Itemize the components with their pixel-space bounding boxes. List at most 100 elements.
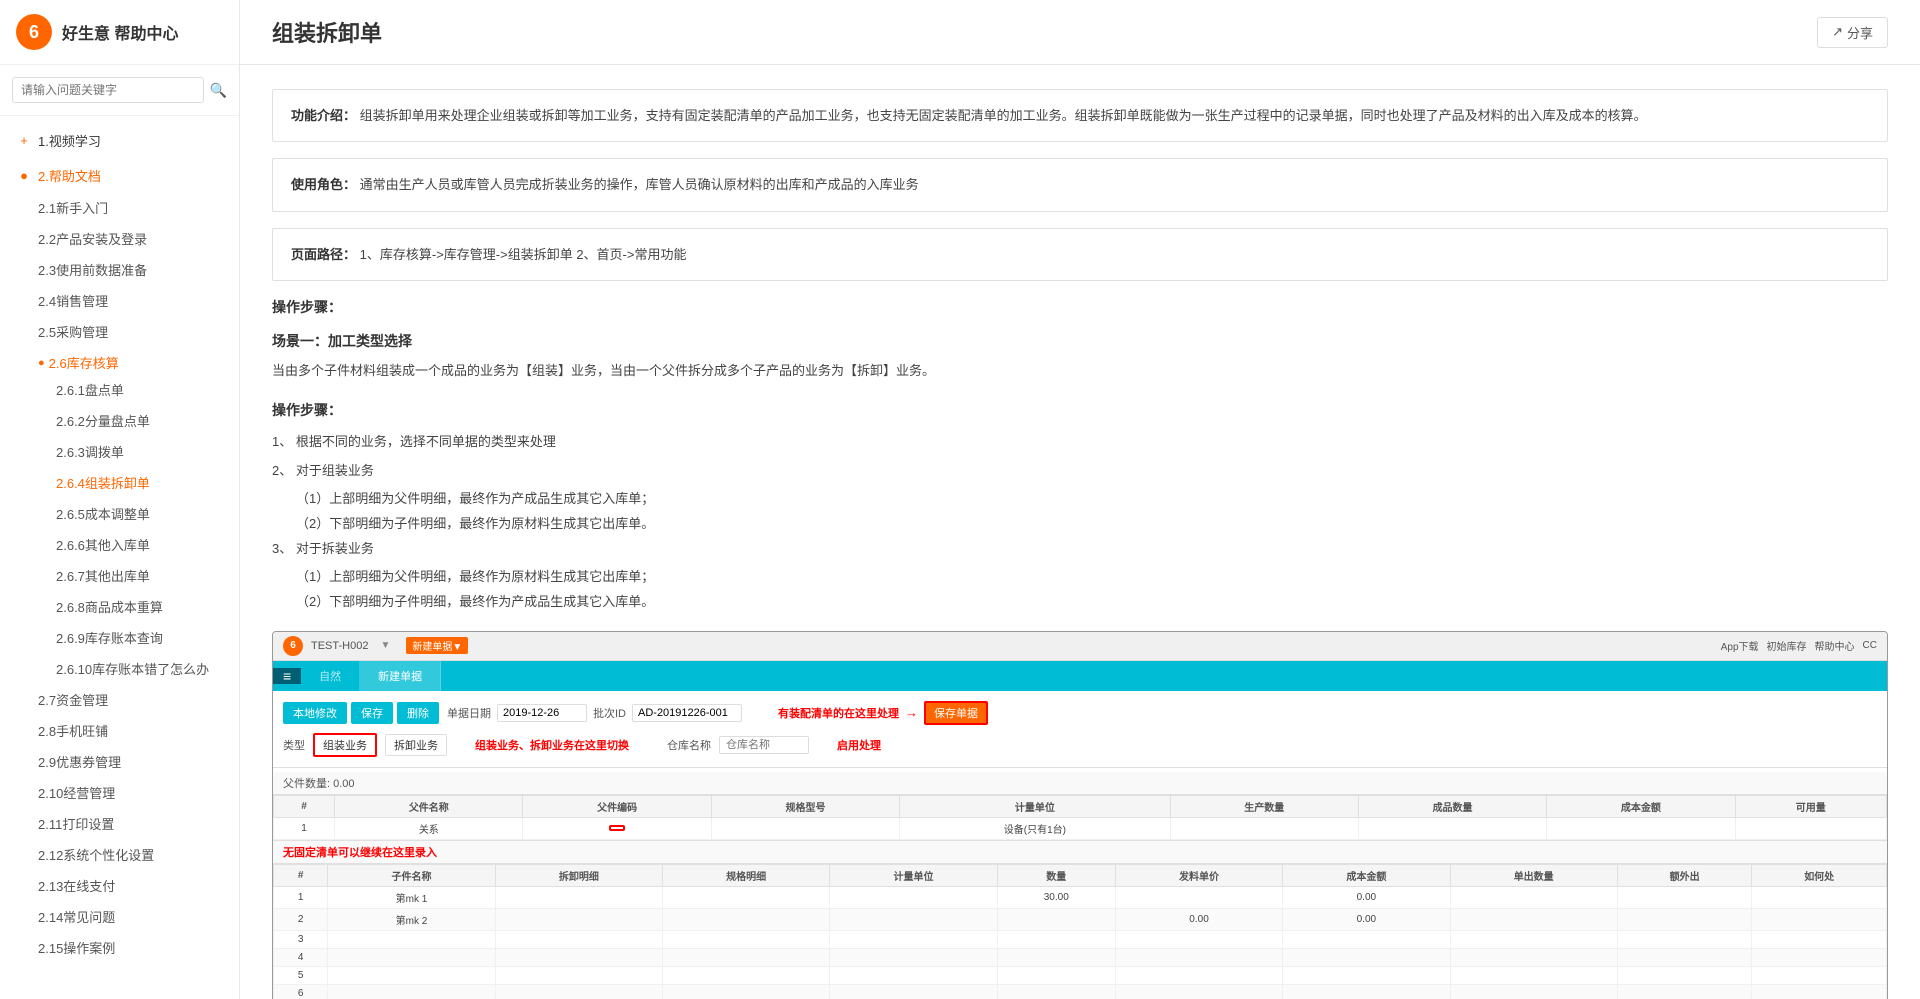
app-download-label: App下载 [1721, 638, 1759, 653]
batch-input[interactable] [632, 704, 742, 722]
sub-col-spec: 规格明细 [663, 864, 830, 886]
share-icon: ↗ [1832, 24, 1843, 40]
main-content: 组装拆卸单 ↗ 分享 功能介绍： 组装拆卸单用来处理企业组装或拆卸等加工业务，支… [240, 0, 1920, 999]
role-label: 使用角色： [291, 177, 356, 192]
feature-text: 组装拆卸单用来处理企业组装或拆卸等加工业务，支持有固定装配清单的产品加工业务，也… [360, 108, 1647, 123]
logo-title: 好生意 帮助中心 [62, 20, 178, 44]
sidebar-item-2-6[interactable]: 2.6库存核算 [49, 353, 119, 372]
search-box: 🔍 [0, 65, 239, 116]
app-tab-bar: ≡ 自然 新建单据 [273, 661, 1887, 691]
search-button[interactable]: 🔍 [210, 82, 227, 99]
type-assembly-btn[interactable]: 组装业务 [313, 733, 377, 757]
sub-grid-body: 1 第mk 1 30.00 0.00 [274, 886, 1887, 999]
app-logo-icon: 6 [283, 636, 303, 656]
sub-col-unit-price: 发料单价 [1115, 864, 1282, 886]
content-area: 功能介绍： 组装拆卸单用来处理企业组装或拆卸等加工业务，支持有固定装配清单的产品… [240, 65, 1920, 999]
sidebar-item-2-6-7[interactable]: 2.6.7其他出库单 [0, 560, 239, 591]
sidebar-item-2-6-3[interactable]: 2.6.3调拨单 [0, 436, 239, 467]
sidebar-item-2-7[interactable]: 2.7资金管理 [0, 684, 239, 715]
sidebar-item-2-6-2[interactable]: 2.6.2分量盘点单 [0, 405, 239, 436]
feature-intro-block: 功能介绍： 组装拆卸单用来处理企业组装或拆卸等加工业务，支持有固定装配清单的产品… [272, 89, 1888, 142]
annotation-type-area: 组装业务、拆卸业务在这里切换 [475, 737, 629, 753]
sidebar-item-2-14[interactable]: 2.14常见问题 [0, 901, 239, 932]
sidebar-item-2-6-4[interactable]: 2.6.4组装拆卸单 [0, 467, 239, 498]
sub-col-cost: 成本金额 [1283, 864, 1450, 886]
toolbar-btn-modify[interactable]: 本地修改 [283, 702, 347, 724]
col-parent-code: 父件编码 [523, 795, 711, 817]
help-center-label: 帮助中心 [1815, 638, 1855, 653]
bottom-note-annotation: 无固定清单可以继续在这里录入 [283, 844, 437, 860]
nav-section-2: ● 2.帮助文档 2.1新手入门 2.2产品安装及登录 2.3使用前数据准备 2… [0, 159, 239, 963]
sidebar-item-2-15[interactable]: 2.15操作案例 [0, 932, 239, 963]
tab-natural[interactable]: 自然 [301, 661, 360, 691]
scenario1-title: 场景一：加工类型选择 [272, 331, 1888, 351]
new-doc-btn[interactable]: 新建单据▼ [406, 637, 468, 654]
sub-step-disassembly-2: （2）下部明细为子件明细，最终作为产成品生成其它入库单。 [296, 590, 1888, 615]
steps-title: 操作步骤： [272, 297, 1888, 317]
sub-col-detail: 拆卸明细 [495, 864, 662, 886]
sidebar-item-2-1[interactable]: 2.1新手入门 [0, 192, 239, 223]
sidebar-item-2-11[interactable]: 2.11打印设置 [0, 808, 239, 839]
sub-step-assembly-2: （2）下部明细为子件明细，最终作为原材料生成其它出库单。 [296, 512, 1888, 537]
sidebar-item-2-12[interactable]: 2.12系统个性化设置 [0, 839, 239, 870]
doc-date-input[interactable] [497, 704, 587, 722]
path-block: 页面路径： 1、库存核算->库存管理->组装拆卸单 2、首页->常用功能 [272, 228, 1888, 281]
hamburger-icon: ≡ [283, 668, 291, 684]
sub-col-extra: 额外出 [1617, 864, 1752, 886]
cell-available [1735, 817, 1886, 839]
sub-col-unit: 计量单位 [830, 864, 997, 886]
sub-col-name: 子件名称 [328, 864, 495, 886]
cell-qty [1170, 817, 1358, 839]
col-cost: 成本金额 [1547, 795, 1735, 817]
cell-unit: 设备(只有1台) [900, 817, 1170, 839]
save-doc-btn[interactable]: 保存单据 [924, 701, 988, 725]
sidebar-item-2-8[interactable]: 2.8手机旺铺 [0, 715, 239, 746]
expand-icon-2-6: ● [38, 357, 45, 369]
type-disassembly-btn[interactable]: 拆卸业务 [385, 734, 447, 756]
sidebar-item-2-9[interactable]: 2.9优惠券管理 [0, 746, 239, 777]
nav-children-2: 2.1新手入门 2.2产品安装及登录 2.3使用前数据准备 2.4销售管理 2.… [0, 192, 239, 963]
nav-tree: + 1.视频学习 ● 2.帮助文档 2.1新手入门 2.2产品安装及登录 2.3… [0, 116, 239, 999]
scenario1-desc: 当由多个子件材料组装成一个成品的业务为【组装】业务，当由一个父件拆分成多个子产品… [272, 359, 1888, 384]
col-num: # [274, 795, 335, 817]
sub-data-grid: # 子件名称 拆卸明细 规格明细 计量单位 数量 发料单价 成本金额 单出数量 … [273, 864, 1887, 999]
sidebar-item-2-13[interactable]: 2.13在线支付 [0, 870, 239, 901]
sidebar-item-2-6-row: ● 2.6库存核算 [0, 347, 239, 374]
type-selection-row: 类型 组装业务 拆卸业务 组装业务、拆卸业务在这里切换 仓库名称 启用处理 [283, 729, 1877, 761]
sidebar-item-2-6-6[interactable]: 2.6.6其他入库单 [0, 529, 239, 560]
sidebar-item-2-5[interactable]: 2.5采购管理 [0, 316, 239, 347]
sidebar-item-2-10[interactable]: 2.10经营管理 [0, 777, 239, 808]
nav-section-1: + 1.视频学习 [0, 124, 239, 157]
sidebar-item-2-4[interactable]: 2.4销售管理 [0, 285, 239, 316]
toolbar-btn-save[interactable]: 保存 [351, 702, 393, 724]
sub-col-qty: 数量 [997, 864, 1115, 886]
sidebar-item-2-2[interactable]: 2.2产品安装及登录 [0, 223, 239, 254]
toolbar-btn-delete[interactable]: 删除 [397, 702, 439, 724]
sub-steps-assembly: （1）上部明细为父件明细，最终作为产成品生成其它入库单； （2）下部明细为子件明… [272, 487, 1888, 536]
tab-new-doc[interactable]: 新建单据 [360, 661, 441, 691]
sidebar-item-2-6-10[interactable]: 2.6.10库存账本错了怎么办 [0, 653, 239, 684]
sidebar-item-video-learning[interactable]: + 1.视频学习 [0, 124, 239, 157]
cell-num: 1 [274, 817, 335, 839]
sidebar-logo: 6 好生意 帮助中心 [0, 0, 239, 65]
cell-finished-qty [1358, 817, 1546, 839]
top-data-grid: # 父件名称 父件编码 规格型号 计量单位 生产数量 成品数量 成本金额 可用量 [273, 795, 1887, 840]
share-label: 分享 [1847, 23, 1873, 42]
page-title: 组装拆卸单 [272, 16, 382, 48]
cell-parent-name: 关系 [335, 817, 523, 839]
parent-parts-label: 父件数量: 0.00 [283, 775, 355, 791]
sidebar-item-2-3[interactable]: 2.3使用前数据准备 [0, 254, 239, 285]
table-row: 6 [274, 984, 1887, 999]
share-button[interactable]: ↗ 分享 [1817, 17, 1888, 48]
sidebar-item-2-6-9[interactable]: 2.6.9库存账本查询 [0, 622, 239, 653]
sidebar-item-2-6-5[interactable]: 2.6.5成本调整单 [0, 498, 239, 529]
batch-label: 批次ID [593, 705, 626, 721]
sub-steps-disassembly: （1）上部明细为父件明细，最终作为原材料生成其它出库单； （2）下部明细为子件明… [272, 565, 1888, 614]
feature-label: 功能介绍： [291, 108, 356, 123]
sidebar-item-help-docs[interactable]: ● 2.帮助文档 [0, 159, 239, 192]
search-input[interactable] [12, 77, 204, 103]
sidebar-item-2-6-8[interactable]: 2.6.8商品成本重算 [0, 591, 239, 622]
sidebar-item-2-6-1[interactable]: 2.6.1盘点单 [0, 374, 239, 405]
warehouse-input[interactable] [719, 736, 809, 754]
topbar-right: App下载 初始库存 帮助中心 CC [1721, 638, 1877, 653]
